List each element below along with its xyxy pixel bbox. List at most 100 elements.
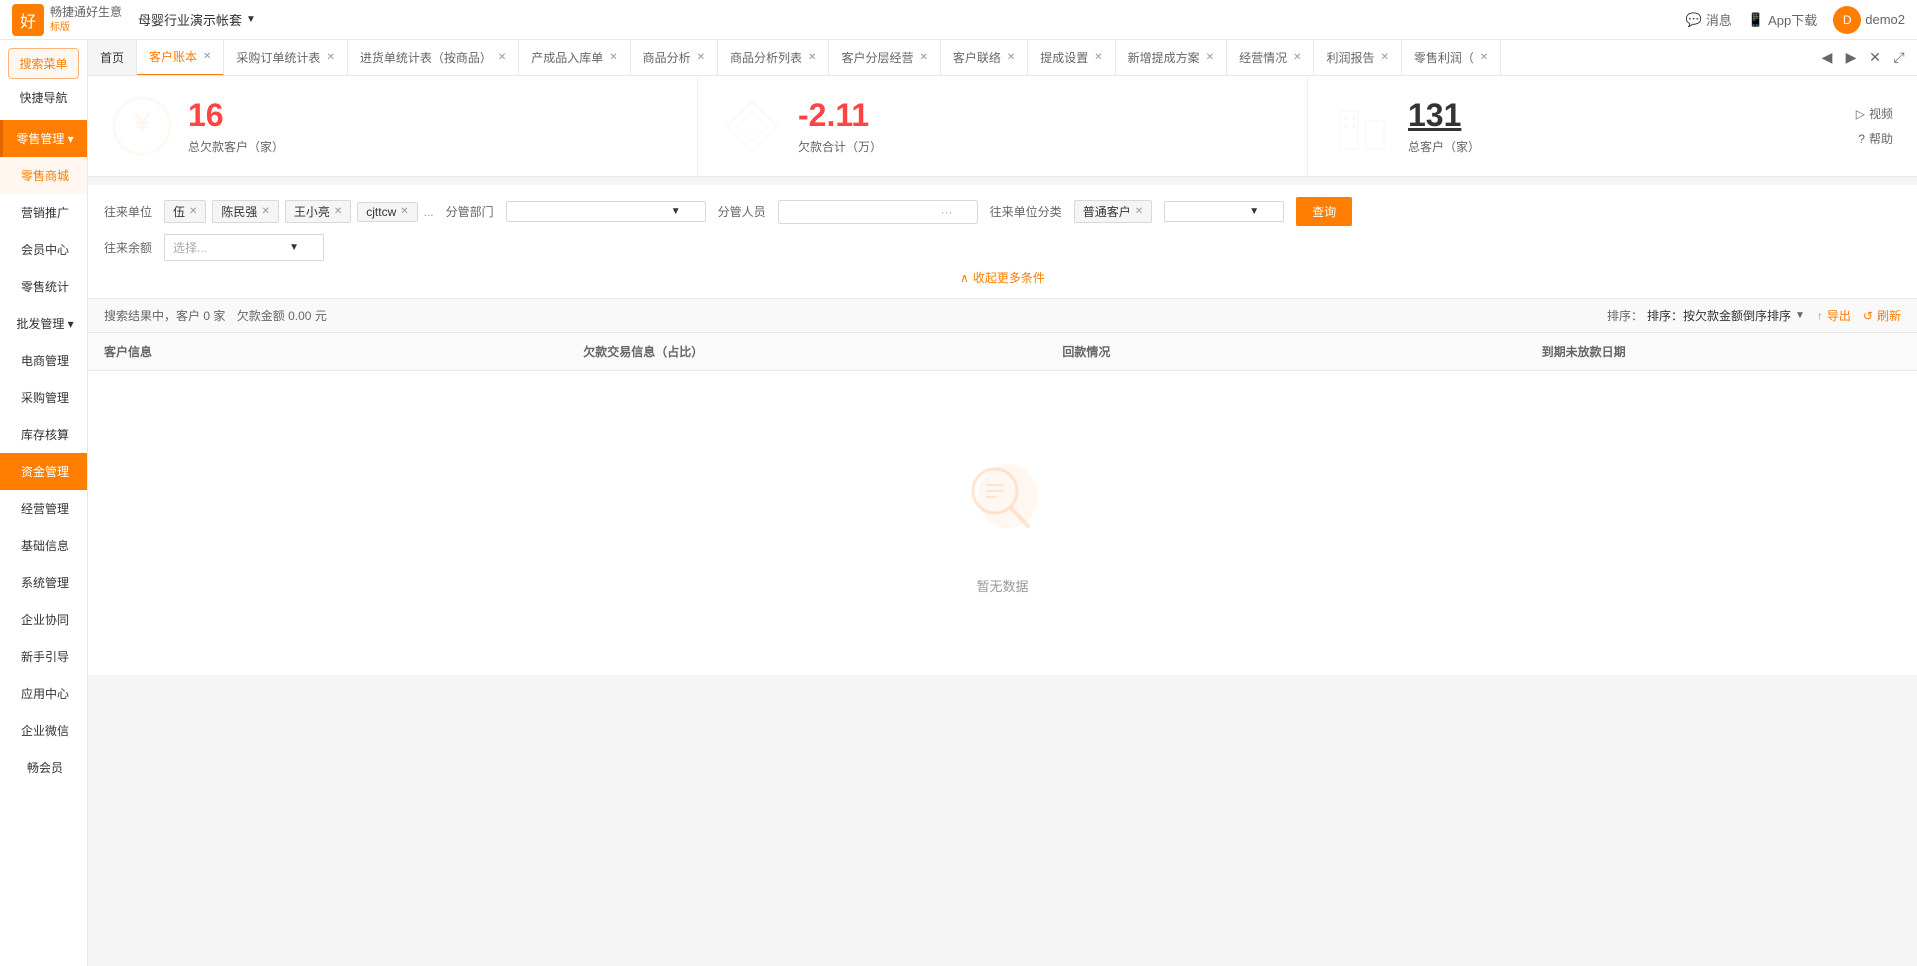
tab-close-ops-situation[interactable]: ✕ (1293, 52, 1301, 63)
tab-retail-profit[interactable]: 零售利润（ ✕ (1402, 40, 1501, 76)
stats-row: ¥ 16 总欠款客户（家） (88, 76, 1917, 177)
stat-info-overdue-customers: 16 总欠款客户（家） (188, 97, 284, 155)
message-button[interactable]: 💬 消息 (1686, 10, 1732, 29)
video-button[interactable]: ▷ 视频 (1856, 105, 1893, 122)
tab-customer-contact[interactable]: 客户联络 ✕ (941, 40, 1028, 76)
results-bar: 搜索结果中，客户 0 家 欠款金额 0.00 元 排序： 排序：按欠款金额倒序排… (88, 299, 1917, 333)
sidebar-item-inventory[interactable]: 库存核算 (0, 416, 87, 453)
sidebar-item-new-guide[interactable]: 新手引导 (0, 638, 87, 675)
page-content: ¥ 16 总欠款客户（家） (88, 76, 1917, 966)
sidebar-item-ecom-mgmt[interactable]: 电商管理 (0, 342, 87, 379)
sidebar-item-app-center[interactable]: 应用中心 (0, 675, 87, 712)
tab-close-purchase-stats[interactable]: ✕ (498, 52, 506, 63)
sidebar-item-retail-mall[interactable]: 零售商城 (0, 157, 87, 194)
help-button[interactable]: ? 帮助 (1858, 130, 1893, 147)
user-menu[interactable]: D demo2 (1833, 6, 1905, 34)
sidebar-item-ops-mgmt[interactable]: 经营管理 (0, 490, 87, 527)
app-download-button[interactable]: 📱 App下载 (1748, 10, 1817, 29)
search-menu-button[interactable]: 搜索菜单 (8, 48, 79, 79)
tab-close-product-analysis[interactable]: ✕ (697, 52, 705, 63)
person-select[interactable]: ··· (778, 200, 978, 224)
filter-more-button[interactable]: ... (424, 205, 434, 219)
tab-new-scheme[interactable]: 新增提成方案 ✕ (1116, 40, 1227, 76)
sidebar: 搜索菜单 快捷导航 零售管理 ▾ 零售商城 营销推广 会员中心 零售统计 批发管… (0, 40, 88, 966)
export-button[interactable]: ↑ 导出 (1817, 307, 1851, 324)
chevron-down-icon: ▼ (246, 14, 256, 25)
logo-area: 好 畅捷通好生意 标版 (12, 4, 122, 36)
tab-expand-button[interactable]: ⤢ (1889, 48, 1909, 68)
tab-close-cost-inbound[interactable]: ✕ (609, 52, 617, 63)
tab-close-customer-balance[interactable]: ✕ (203, 51, 211, 62)
tab-close-retail-profit[interactable]: ✕ (1480, 52, 1488, 63)
total-customers-label: 总客户（家） (1408, 138, 1480, 155)
chevron-down-icon-sort: ▼ (1795, 310, 1805, 321)
col-customer-header: 客户信息 (104, 343, 583, 360)
tab-product-analysis[interactable]: 商品分析 ✕ (631, 40, 718, 76)
filter-tag-wang: 王小亮 ✕ (285, 200, 351, 223)
sidebar-item-purchase-mgmt[interactable]: 采购管理 (0, 379, 87, 416)
main-layout: 搜索菜单 快捷导航 零售管理 ▾ 零售商城 营销推广 会员中心 零售统计 批发管… (0, 40, 1917, 966)
filter-tag-normal-customer: 普通客户 ✕ (1074, 200, 1152, 223)
col-date-header: 到期未放款日期 (1542, 343, 1901, 360)
dept-select[interactable]: ▼ (506, 201, 706, 222)
tag-close-wu[interactable]: ✕ (189, 206, 197, 217)
tag-close-chen[interactable]: ✕ (261, 206, 269, 217)
tab-purchase-stats[interactable]: 进货单统计表（按商品） ✕ (348, 40, 519, 76)
tag-close-wang[interactable]: ✕ (334, 206, 342, 217)
tab-close-profit-report[interactable]: ✕ (1381, 52, 1389, 63)
tab-customer-balance[interactable]: 客户账本 ✕ (137, 40, 224, 76)
tab-prev-button[interactable]: ◀ (1817, 48, 1837, 68)
tag-close-cjttcw[interactable]: ✕ (400, 206, 408, 217)
refresh-button[interactable]: ↺ 刷新 (1863, 307, 1901, 324)
results-actions: 排序： 排序：按欠款金额倒序排序 ▼ ↑ 导出 ↺ 刷新 (1607, 307, 1901, 324)
unit-type-label: 往来单位分类 (990, 203, 1062, 220)
sidebar-item-retail-stats[interactable]: 零售统计 (0, 268, 87, 305)
chevron-down-icon-dept: ▼ (671, 206, 681, 217)
stat-info-total-customers: 131 总客户（家） (1408, 97, 1480, 155)
sidebar-item-marketing[interactable]: 营销推广 (0, 194, 87, 231)
filter-tags-unit-type: 普通客户 ✕ (1074, 200, 1152, 223)
tab-actions: ◀ ▶ ✕ ⤢ (1809, 48, 1917, 68)
sidebar-item-retail-mgmt[interactable]: 零售管理 ▾ (0, 120, 87, 157)
tab-purchase-order[interactable]: 采购订单统计表 ✕ (224, 40, 347, 76)
unit-type-select[interactable]: ▼ (1164, 201, 1284, 222)
store-selector[interactable]: 母婴行业演示帐套 ▼ (130, 6, 264, 33)
tab-raise-setting[interactable]: 提成设置 ✕ (1028, 40, 1115, 76)
sidebar-item-enterprise-coop[interactable]: 企业协同 (0, 601, 87, 638)
tab-customer-tier[interactable]: 客户分层经营 ✕ (829, 40, 940, 76)
sidebar-item-member-center[interactable]: 会员中心 (0, 231, 87, 268)
unit-label: 往来单位 (104, 203, 152, 220)
search-button[interactable]: 查询 (1296, 197, 1352, 226)
sidebar-item-wholesale-mgmt[interactable]: 批发管理 ▾ (0, 305, 87, 342)
person-label: 分管人员 (718, 203, 766, 220)
quick-nav-button[interactable]: 快捷导航 (8, 83, 79, 112)
tab-home[interactable]: 首页 (88, 40, 137, 76)
tab-close-product-list[interactable]: ✕ (808, 52, 816, 63)
tag-close-normal-customer[interactable]: ✕ (1135, 206, 1143, 217)
tab-close-raise-setting[interactable]: ✕ (1094, 52, 1102, 63)
balance-select[interactable]: 选择... ▼ (164, 234, 324, 261)
tab-next-button[interactable]: ▶ (1841, 48, 1861, 68)
tab-cost-inbound[interactable]: 产成品入库单 ✕ (519, 40, 630, 76)
stat-info-overdue-amount: -2.11 欠款合计（万） (798, 97, 882, 155)
tab-close-all-button[interactable]: ✕ (1865, 48, 1885, 68)
tab-close-customer-contact[interactable]: ✕ (1007, 52, 1015, 63)
total-customers-value: 131 (1408, 97, 1480, 134)
tab-ops-situation[interactable]: 经营情况 ✕ (1227, 40, 1314, 76)
top-bar-left: 好 畅捷通好生意 标版 母婴行业演示帐套 ▼ (12, 4, 264, 36)
sidebar-item-basic-info[interactable]: 基础信息 (0, 527, 87, 564)
sidebar-item-vip-member[interactable]: 畅会员 (0, 749, 87, 786)
tab-product-list[interactable]: 商品分析列表 ✕ (718, 40, 829, 76)
sidebar-item-sys-mgmt[interactable]: 系统管理 (0, 564, 87, 601)
tab-close-new-scheme[interactable]: ✕ (1206, 52, 1214, 63)
collapse-button[interactable]: ∧ 收起更多条件 (960, 269, 1045, 286)
tab-profit-report[interactable]: 利润报告 ✕ (1314, 40, 1401, 76)
tab-close-customer-tier[interactable]: ✕ (919, 52, 927, 63)
sidebar-item-enterprise-wechat[interactable]: 企业微信 (0, 712, 87, 749)
sidebar-item-finance-mgmt[interactable]: 资金管理 (0, 453, 87, 490)
sort-select[interactable]: 排序： 排序：按欠款金额倒序排序 ▼ (1607, 307, 1805, 324)
overdue-amount-value: -2.11 (798, 97, 882, 134)
tab-bar: 首页 客户账本 ✕ 采购订单统计表 ✕ 进货单统计表（按商品） ✕ 产成品入库单… (88, 40, 1917, 76)
table-header: 客户信息 欠款交易信息（占比） 回款情况 到期未放款日期 (88, 333, 1917, 371)
tab-close-purchase-order[interactable]: ✕ (326, 52, 334, 63)
